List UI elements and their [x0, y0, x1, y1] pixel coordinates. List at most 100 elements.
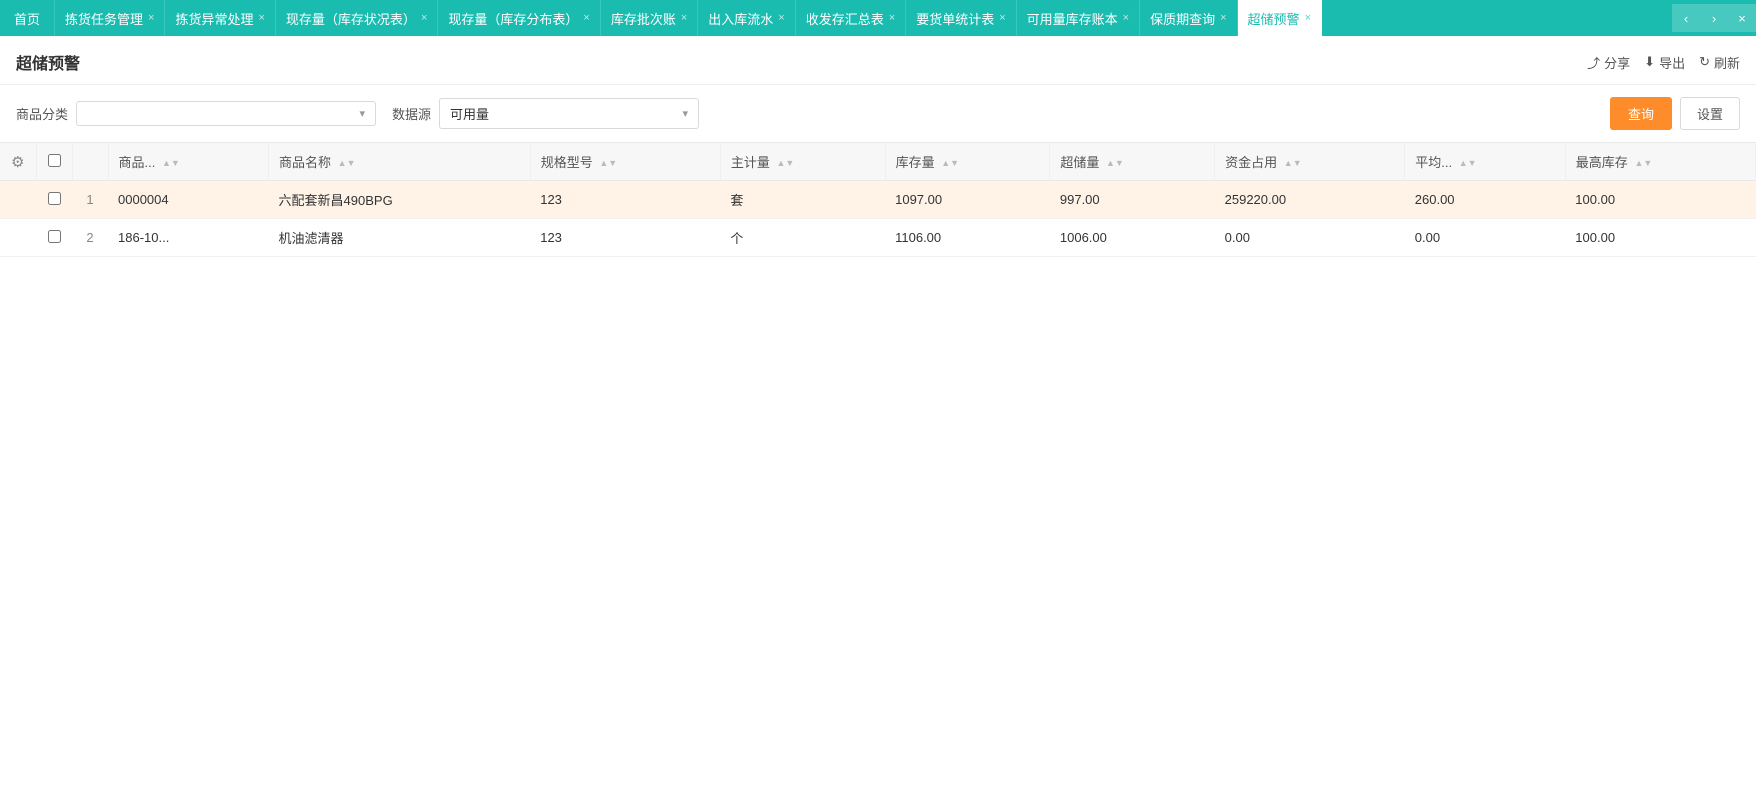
- row-product-code: 0000004: [108, 181, 269, 219]
- sort-icon: ▲▼: [599, 159, 617, 168]
- nav-arrows: ‹ › ×: [1672, 4, 1756, 32]
- row-avg: 260.00: [1405, 181, 1566, 219]
- tab-inventory-dist[interactable]: 现存量（库存分布表） ×: [438, 0, 600, 36]
- tab-overstock-warning[interactable]: 超储预警 ×: [1238, 0, 1322, 36]
- action-buttons: 查询 设置: [1610, 97, 1740, 130]
- tab-task-mgmt[interactable]: 拣货任务管理 ×: [55, 0, 165, 36]
- table-header: ⚙ 商品... ▲▼ 商品名称 ▲▼ 规格型号: [0, 143, 1756, 181]
- th-gear[interactable]: ⚙: [0, 143, 36, 181]
- select-all-checkbox[interactable]: [48, 154, 61, 167]
- row-gear-cell: [0, 181, 36, 219]
- nav-next-button[interactable]: ›: [1700, 4, 1728, 32]
- category-label: 商品分类: [16, 104, 68, 123]
- row-spec: 123: [530, 219, 720, 257]
- page-header: 超储预警 ⤴ 分享 ⬇ 导出 ↻ 刷新: [0, 36, 1756, 85]
- export-button[interactable]: ⬇ 导出: [1644, 53, 1685, 72]
- export-icon: ⬇: [1644, 54, 1655, 70]
- chevron-down-icon: ▾: [359, 107, 365, 120]
- close-icon[interactable]: ×: [1305, 12, 1311, 24]
- close-icon[interactable]: ×: [583, 12, 589, 24]
- sort-icon: ▲▼: [1284, 159, 1302, 168]
- overstock-table: ⚙ 商品... ▲▼ 商品名称 ▲▼ 规格型号: [0, 142, 1756, 257]
- close-icon[interactable]: ×: [999, 12, 1005, 24]
- tab-batch[interactable]: 库存批次账 ×: [601, 0, 698, 36]
- row-checkbox[interactable]: [48, 192, 61, 205]
- th-product-name[interactable]: 商品名称 ▲▼: [269, 143, 531, 181]
- close-icon[interactable]: ×: [421, 12, 427, 24]
- close-icon[interactable]: ×: [148, 12, 154, 24]
- row-stock: 1097.00: [885, 181, 1050, 219]
- close-icon[interactable]: ×: [1220, 12, 1226, 24]
- row-overstock: 1006.00: [1050, 219, 1215, 257]
- top-navigation: 首页 拣货任务管理 × 拣货异常处理 × 现存量（库存状况表） × 现存量（库存…: [0, 0, 1756, 36]
- tab-order-stats[interactable]: 要货单统计表 ×: [906, 0, 1016, 36]
- close-icon[interactable]: ×: [889, 12, 895, 24]
- row-capital-used: 0.00: [1215, 219, 1405, 257]
- th-avg[interactable]: 平均... ▲▼: [1405, 143, 1566, 181]
- th-stock[interactable]: 库存量 ▲▼: [885, 143, 1050, 181]
- header-actions: ⤴ 分享 ⬇ 导出 ↻ 刷新: [1587, 53, 1740, 72]
- row-capital-used: 259220.00: [1215, 181, 1405, 219]
- datasource-label: 数据源: [392, 104, 431, 123]
- settings-button[interactable]: 设置: [1680, 97, 1740, 130]
- row-index: 2: [72, 219, 108, 257]
- tab-home[interactable]: 首页: [0, 0, 55, 36]
- row-product-code: 186-10...: [108, 219, 269, 257]
- close-icon[interactable]: ×: [778, 12, 784, 24]
- th-index: [72, 143, 108, 181]
- th-capital-used[interactable]: 资金占用 ▲▼: [1215, 143, 1405, 181]
- datasource-filter: 数据源 可用量 ▾: [392, 98, 699, 129]
- datasource-select[interactable]: 可用量 ▾: [439, 98, 699, 129]
- category-select[interactable]: ▾: [76, 101, 376, 126]
- table-container: ⚙ 商品... ▲▼ 商品名称 ▲▼ 规格型号: [0, 142, 1756, 257]
- sort-icon: ▲▼: [776, 159, 794, 168]
- gear-icon[interactable]: ⚙: [11, 154, 24, 171]
- table-row[interactable]: 1 0000004 六配套新昌490BPG 123 套 1097.00 997.…: [0, 181, 1756, 219]
- table-row[interactable]: 2 186-10... 机油滤清器 123 个 1106.00 1006.00 …: [0, 219, 1756, 257]
- sort-icon: ▲▼: [941, 159, 959, 168]
- refresh-icon: ↻: [1699, 54, 1710, 70]
- row-product-name: 机油滤清器: [269, 219, 531, 257]
- row-gear-cell: [0, 219, 36, 257]
- sort-icon: ▲▼: [162, 159, 180, 168]
- row-avg: 0.00: [1405, 219, 1566, 257]
- tab-available-ledger[interactable]: 可用量库存账本 ×: [1017, 0, 1140, 36]
- row-unit: 个: [720, 219, 885, 257]
- refresh-button[interactable]: ↻ 刷新: [1699, 53, 1740, 72]
- close-icon[interactable]: ×: [681, 12, 687, 24]
- row-unit: 套: [720, 181, 885, 219]
- th-spec[interactable]: 规格型号 ▲▼: [530, 143, 720, 181]
- close-icon[interactable]: ×: [258, 12, 264, 24]
- th-product-code[interactable]: 商品... ▲▼: [108, 143, 269, 181]
- sort-icon: ▲▼: [1634, 159, 1652, 168]
- close-icon[interactable]: ×: [1123, 12, 1129, 24]
- datasource-select-value: 可用量: [450, 104, 489, 123]
- row-spec: 123: [530, 181, 720, 219]
- tab-inventory-status[interactable]: 现存量（库存状况表） ×: [276, 0, 438, 36]
- row-max-stock: 100.00: [1565, 181, 1755, 219]
- th-max-stock[interactable]: 最高库存 ▲▼: [1565, 143, 1755, 181]
- row-stock: 1106.00: [885, 219, 1050, 257]
- row-max-stock: 100.00: [1565, 219, 1755, 257]
- query-button[interactable]: 查询: [1610, 97, 1672, 130]
- tab-abnormal[interactable]: 拣货异常处理 ×: [165, 0, 275, 36]
- tab-quality-check[interactable]: 保质期查询 ×: [1140, 0, 1237, 36]
- filter-bar: 商品分类 ▾ 数据源 可用量 ▾ 查询 设置: [0, 85, 1756, 142]
- row-checkbox-cell[interactable]: [36, 181, 72, 219]
- th-unit[interactable]: 主计量 ▲▼: [720, 143, 885, 181]
- nav-more-button[interactable]: ×: [1728, 4, 1756, 32]
- row-index: 1: [72, 181, 108, 219]
- sort-icon: ▲▼: [1106, 159, 1124, 168]
- tab-inout-flow[interactable]: 出入库流水 ×: [698, 0, 795, 36]
- row-checkbox[interactable]: [48, 230, 61, 243]
- share-button[interactable]: ⤴ 分享: [1587, 53, 1630, 72]
- nav-prev-button[interactable]: ‹: [1672, 4, 1700, 32]
- sort-icon: ▲▼: [1459, 159, 1477, 168]
- row-checkbox-cell[interactable]: [36, 219, 72, 257]
- th-overstock[interactable]: 超储量 ▲▼: [1050, 143, 1215, 181]
- th-checkbox[interactable]: [36, 143, 72, 181]
- share-icon: ⤴: [1587, 53, 1600, 72]
- page-content: 超储预警 ⤴ 分享 ⬇ 导出 ↻ 刷新 商品分类 ▾ 数据源: [0, 36, 1756, 800]
- table-body: 1 0000004 六配套新昌490BPG 123 套 1097.00 997.…: [0, 181, 1756, 257]
- tab-collect[interactable]: 收发存汇总表 ×: [796, 0, 906, 36]
